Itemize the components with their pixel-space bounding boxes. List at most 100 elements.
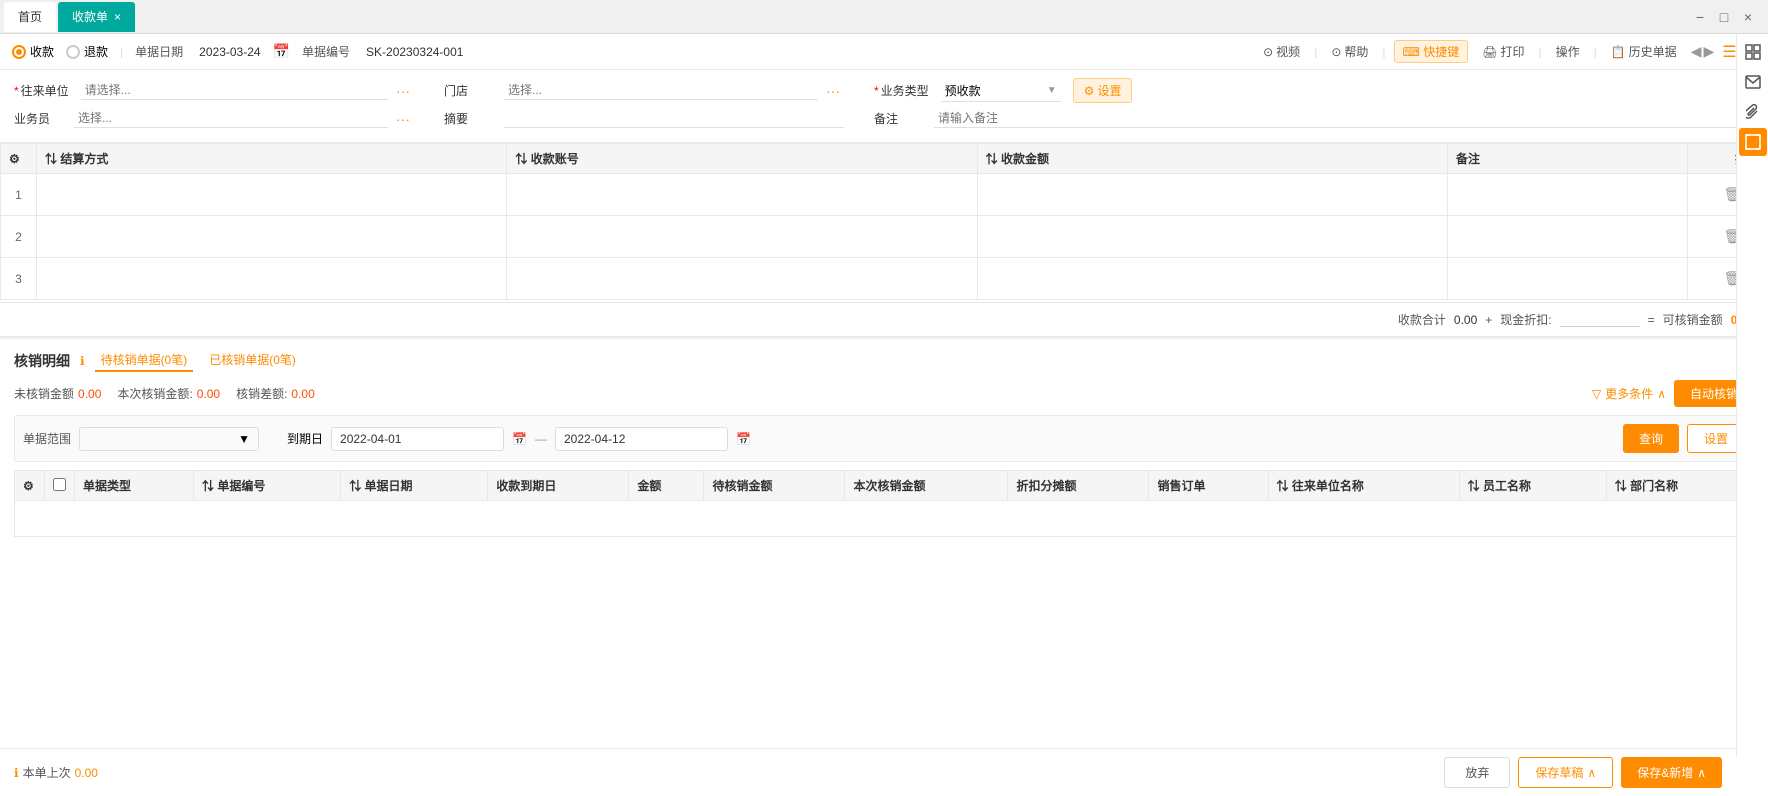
mail-icon [1745, 75, 1761, 89]
vth-dept: ⇅ 部门名称 [1606, 471, 1753, 501]
date-separator: — [535, 432, 547, 446]
vth-current: 本次核销金额 [845, 471, 1008, 501]
sidebar-table-icon[interactable] [1739, 38, 1767, 66]
save-new-button[interactable]: 保存&新增 ∧ [1621, 757, 1722, 788]
row3-settle[interactable] [37, 258, 507, 300]
sidebar-mail-icon[interactable] [1739, 68, 1767, 96]
diff-value: 0.00 [291, 387, 314, 401]
row1-settle[interactable] [37, 174, 507, 216]
date-value[interactable]: 2023-03-24 [199, 45, 260, 59]
staff-more-icon[interactable]: ··· [392, 111, 414, 127]
store-more-icon[interactable]: ··· [822, 83, 844, 99]
nav-prev-icon[interactable]: ◀ [1691, 43, 1702, 60]
chevron-up-save: ∧ [1587, 766, 1596, 780]
close-button[interactable]: × [1740, 9, 1756, 25]
print-button[interactable]: 🖨 打印 [1476, 41, 1530, 62]
th-settle: ⇅ 结算方式 [37, 144, 507, 174]
action-buttons: 查询 设置 [1623, 424, 1745, 453]
chevron-up-new: ∧ [1697, 766, 1706, 780]
row2-remark[interactable] [1447, 216, 1687, 258]
nav-next-icon[interactable]: ▶ [1703, 43, 1714, 60]
vth-no-label: 单据编号 [217, 479, 265, 493]
sidebar-expand-icon[interactable] [1739, 128, 1767, 156]
calendar-icon[interactable]: 📅 [273, 43, 290, 60]
footer-last-bill-value: 0.00 [75, 766, 98, 780]
biz-type-select[interactable]: 预收款 ▼ [941, 80, 1061, 102]
help-button[interactable]: ⊙ 帮助 [1325, 41, 1374, 62]
tab-active[interactable]: 收款单 × [58, 2, 135, 32]
summary-input[interactable] [504, 109, 844, 128]
counterparty-input-wrap [81, 81, 388, 100]
row3-amount[interactable] [977, 258, 1447, 300]
vth-date: ⇅ 单据日期 [341, 471, 488, 501]
verify-tab-done[interactable]: 已核销单据(0笔) [203, 349, 302, 372]
help-icon: ⊙ [1331, 45, 1341, 59]
plus-sign: + [1485, 313, 1492, 327]
verify-tab-pending[interactable]: 待核销单据(0笔) [95, 349, 194, 372]
th-remark: 备注 [1447, 144, 1687, 174]
data-table: ⚙ ⇅ 结算方式 ⇅ 收款账号 ⇅ 收款金额 [0, 143, 1768, 300]
select-all-checkbox[interactable] [53, 478, 66, 491]
radio-receive[interactable]: 收款 [12, 43, 54, 60]
biz-type-value: 预收款 [945, 82, 1047, 99]
row1-account[interactable] [507, 174, 977, 216]
video-button[interactable]: ⊙ 视频 [1257, 41, 1306, 62]
table-row: 2 🗑 ⊕ [1, 216, 1768, 258]
date-field: 单据日期 2023-03-24 📅 [135, 43, 290, 60]
staff-input-wrap [74, 109, 388, 128]
sidebar-attachment-icon[interactable] [1739, 98, 1767, 126]
shortcut-button[interactable]: ⌨ 快捷键 [1394, 40, 1469, 63]
cal-icon-1[interactable]: 📅 [512, 432, 527, 446]
vth-partner-label: 往来单位名称 [1292, 479, 1364, 493]
chevron-up-icon: ∧ [1657, 387, 1666, 401]
row3-account[interactable] [507, 258, 977, 300]
counterparty-input[interactable] [81, 81, 388, 99]
tab-home[interactable]: 首页 [4, 2, 56, 32]
store-input[interactable] [504, 81, 818, 99]
save-draft-button[interactable]: 保存草稿 ∧ [1518, 757, 1613, 788]
th-gear[interactable]: ⚙ [1, 144, 37, 174]
settings-button[interactable]: ⚙ 设置 [1073, 78, 1133, 103]
row1-remark[interactable] [1447, 174, 1687, 216]
operation-button[interactable]: 操作 [1550, 41, 1586, 62]
row1-amount[interactable] [977, 174, 1447, 216]
current-label: 本次核销金额: [117, 385, 192, 402]
vth-due: 收款到期日 [488, 471, 629, 501]
history-button[interactable]: 📋 历史单据 [1605, 41, 1683, 62]
remark-input[interactable] [934, 109, 1754, 128]
cal-icon-2[interactable]: 📅 [736, 432, 751, 446]
gear-icon: ⚙ [1084, 84, 1095, 98]
abandon-button[interactable]: 放弃 [1444, 757, 1510, 788]
tab-close-icon[interactable]: × [114, 10, 121, 24]
no-value[interactable]: SK-20230324-001 [366, 45, 463, 59]
filter-right: ▽ 更多条件 ∧ 自动核销 [1592, 380, 1754, 407]
more-conditions-button[interactable]: ▽ 更多条件 ∧ [1592, 385, 1666, 402]
verify-info-icon[interactable]: ℹ [80, 354, 85, 368]
vth-gear[interactable]: ⚙ [15, 471, 45, 501]
row2-amount[interactable] [977, 216, 1447, 258]
row3-remark[interactable] [1447, 258, 1687, 300]
query-button[interactable]: 查询 [1623, 424, 1679, 453]
maximize-button[interactable]: □ [1716, 9, 1732, 25]
form-row-2: 业务员 ··· 摘要 备注 [14, 109, 1754, 128]
range-arrow: ▼ [238, 432, 250, 446]
table-row: 1 🗑 ⊕ [1, 174, 1768, 216]
radio-refund[interactable]: 退款 [66, 43, 108, 60]
more-conditions-label: 更多条件 [1605, 385, 1653, 402]
range-dropdown[interactable]: ▼ [79, 427, 259, 451]
date-to-input[interactable] [555, 427, 728, 451]
vth-check[interactable] [45, 471, 75, 501]
row2-account[interactable] [507, 216, 977, 258]
summary-bar: 收款合计 0.00 + 现金折扣: = 可核销金额 0.00 [0, 303, 1768, 337]
discount-input[interactable] [1560, 312, 1640, 327]
tab-bar: 首页 收款单 × − □ × [0, 0, 1768, 34]
unchecked-value: 0.00 [78, 387, 101, 401]
counterparty-more-icon[interactable]: ··· [392, 83, 414, 99]
list-view-icon[interactable]: ☰ [1722, 42, 1736, 62]
required-star-counterparty: * [14, 84, 19, 98]
staff-input[interactable] [74, 109, 388, 127]
form-row-1: * 往来单位 ··· 门店 ··· * [14, 78, 1754, 103]
row2-settle[interactable] [37, 216, 507, 258]
date-from-input[interactable] [331, 427, 504, 451]
minimize-button[interactable]: − [1692, 9, 1708, 25]
